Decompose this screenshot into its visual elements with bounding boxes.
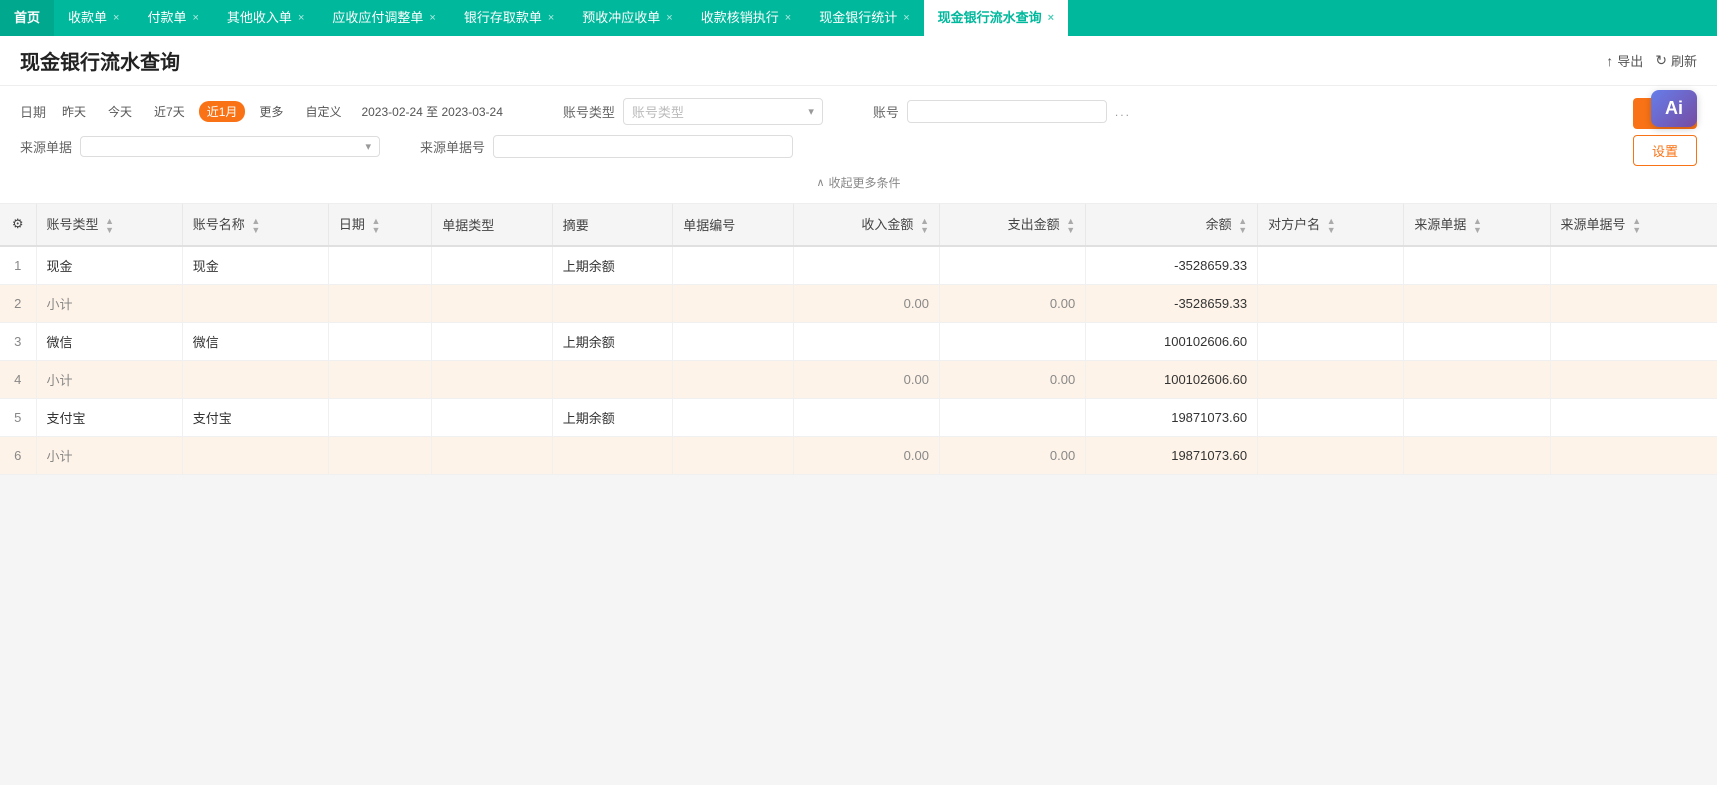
source-doc-select[interactable]: ▾: [80, 136, 380, 157]
table-row[interactable]: 6小计0.000.0019871073.60: [0, 436, 1717, 474]
close-icon[interactable]: ×: [298, 0, 304, 36]
settings-button[interactable]: 设置: [1633, 135, 1697, 166]
col-summary[interactable]: 摘要: [552, 204, 673, 246]
table-row[interactable]: 1现金现金上期余额-3528659.33: [0, 246, 1717, 285]
date-option-today[interactable]: 今天: [100, 101, 140, 122]
nav-tab-shoukuanhexiao[interactable]: 收款核销执行 ×: [687, 0, 805, 36]
sort-icon: ▲▼: [1632, 217, 1641, 235]
close-icon[interactable]: ×: [666, 0, 672, 36]
date-option-custom[interactable]: 自定义: [297, 101, 349, 122]
nav-tab-fukuandan[interactable]: 付款单 ×: [133, 0, 212, 36]
transactions-table: ⚙ 账号类型 ▲▼ 账号名称 ▲▼ 日期 ▲▼ 单据类型 摘: [0, 204, 1717, 475]
col-counterpart[interactable]: 对方户名 ▲▼: [1258, 204, 1404, 246]
account-input[interactable]: [907, 100, 1107, 123]
nav-tab-cunqudan[interactable]: 银行存取款单 ×: [450, 0, 568, 36]
source-doc-no-input[interactable]: [493, 135, 793, 158]
nav-tab-xianjintongji[interactable]: 现金银行统计 ×: [805, 0, 923, 36]
page-title: 现金银行流水查询: [20, 46, 180, 75]
col-gear[interactable]: ⚙: [0, 204, 36, 246]
top-navigation: 首页 收款单 × 付款单 × 其他收入单 × 应收应付调整单 × 银行存取款单 …: [0, 0, 1717, 36]
refresh-icon: ↻: [1655, 52, 1667, 69]
data-table-container: ⚙ 账号类型 ▲▼ 账号名称 ▲▼ 日期 ▲▼ 单据类型 摘: [0, 204, 1717, 475]
col-account-name[interactable]: 账号名称 ▲▼: [182, 204, 328, 246]
col-date[interactable]: 日期 ▲▼: [328, 204, 431, 246]
col-doc-type[interactable]: 单据类型: [432, 204, 553, 246]
close-icon[interactable]: ×: [192, 0, 198, 36]
close-icon[interactable]: ×: [113, 0, 119, 36]
chevron-down-icon: ▾: [365, 140, 371, 153]
chevron-down-icon: ▾: [808, 105, 814, 118]
filter-area: 日期 昨天 今天 近7天 近1月 更多 自定义 2023-02-24 至 202…: [0, 86, 1717, 204]
table-row[interactable]: 2小计0.000.00-3528659.33: [0, 284, 1717, 322]
nav-home[interactable]: 首页: [0, 0, 54, 36]
close-icon[interactable]: ×: [785, 0, 791, 36]
sort-icon: ▲▼: [1066, 217, 1075, 235]
table-row[interactable]: 4小计0.000.00100102606.60: [0, 360, 1717, 398]
account-label: 账号: [873, 102, 899, 121]
sort-icon: ▲▼: [251, 217, 260, 235]
account-type-label: 账号类型: [563, 102, 615, 121]
chevron-up-icon: ∧: [816, 176, 824, 189]
date-range-display: 2023-02-24 至 2023-03-24: [361, 103, 502, 120]
page-header: 现金银行流水查询 ↑ 导出 ↻ 刷新: [0, 36, 1717, 86]
export-button[interactable]: ↑ 导出: [1606, 51, 1643, 70]
source-doc-no-label: 来源单据号: [420, 137, 485, 156]
col-balance[interactable]: 余额 ▲▼: [1086, 204, 1258, 246]
close-icon[interactable]: ×: [429, 0, 435, 36]
date-option-1month[interactable]: 近1月: [199, 101, 246, 122]
nav-tab-yushou[interactable]: 预收冲应收单 ×: [568, 0, 686, 36]
date-option-7days[interactable]: 近7天: [146, 101, 193, 122]
date-filter-label: 日期: [20, 102, 46, 121]
nav-tab-liushuichaxun[interactable]: 现金银行流水查询 ×: [924, 0, 1068, 36]
sort-icon: ▲▼: [372, 217, 381, 235]
col-source-doc[interactable]: 来源单据 ▲▼: [1404, 204, 1550, 246]
collapse-more-conditions[interactable]: ∧ 收起更多条件: [20, 168, 1697, 195]
sort-icon: ▲▼: [920, 217, 929, 235]
nav-tab-tiaozhendan[interactable]: 应收应付调整单 ×: [318, 0, 449, 36]
close-icon[interactable]: ×: [903, 0, 909, 36]
more-dots[interactable]: ...: [1115, 105, 1131, 119]
col-source-doc-no[interactable]: 来源单据号 ▲▼: [1550, 204, 1717, 246]
source-doc-label: 来源单据: [20, 137, 72, 156]
date-option-more[interactable]: 更多: [251, 101, 291, 122]
close-icon[interactable]: ×: [548, 0, 554, 36]
sort-icon: ▲▼: [1473, 217, 1482, 235]
nav-tab-qitashouru[interactable]: 其他收入单 ×: [213, 0, 318, 36]
account-type-select[interactable]: 账号类型 ▾: [623, 98, 823, 125]
table-header-row: ⚙ 账号类型 ▲▼ 账号名称 ▲▼ 日期 ▲▼ 单据类型 摘: [0, 204, 1717, 246]
date-option-yesterday[interactable]: 昨天: [54, 101, 94, 122]
col-doc-no[interactable]: 单据编号: [673, 204, 794, 246]
ai-assistant-badge[interactable]: Ai: [1651, 90, 1697, 127]
nav-tab-shoukuandan[interactable]: 收款单 ×: [54, 0, 133, 36]
col-expense[interactable]: 支出金额 ▲▼: [939, 204, 1085, 246]
table-row[interactable]: 5支付宝支付宝上期余额19871073.60: [0, 398, 1717, 436]
refresh-button[interactable]: ↻ 刷新: [1655, 51, 1697, 70]
table-row[interactable]: 3微信微信上期余额100102606.60: [0, 322, 1717, 360]
settings-icon[interactable]: ⚙: [12, 216, 24, 231]
sort-icon: ▲▼: [1238, 217, 1247, 235]
header-actions: ↑ 导出 ↻ 刷新: [1606, 51, 1697, 70]
sort-icon: ▲▼: [105, 217, 114, 235]
date-options: 昨天 今天 近7天 近1月 更多 自定义: [54, 101, 349, 122]
export-icon: ↑: [1606, 53, 1613, 69]
close-icon[interactable]: ×: [1048, 0, 1054, 36]
sort-icon: ▲▼: [1327, 217, 1336, 235]
col-income[interactable]: 收入金额 ▲▼: [793, 204, 939, 246]
col-account-type[interactable]: 账号类型 ▲▼: [36, 204, 182, 246]
